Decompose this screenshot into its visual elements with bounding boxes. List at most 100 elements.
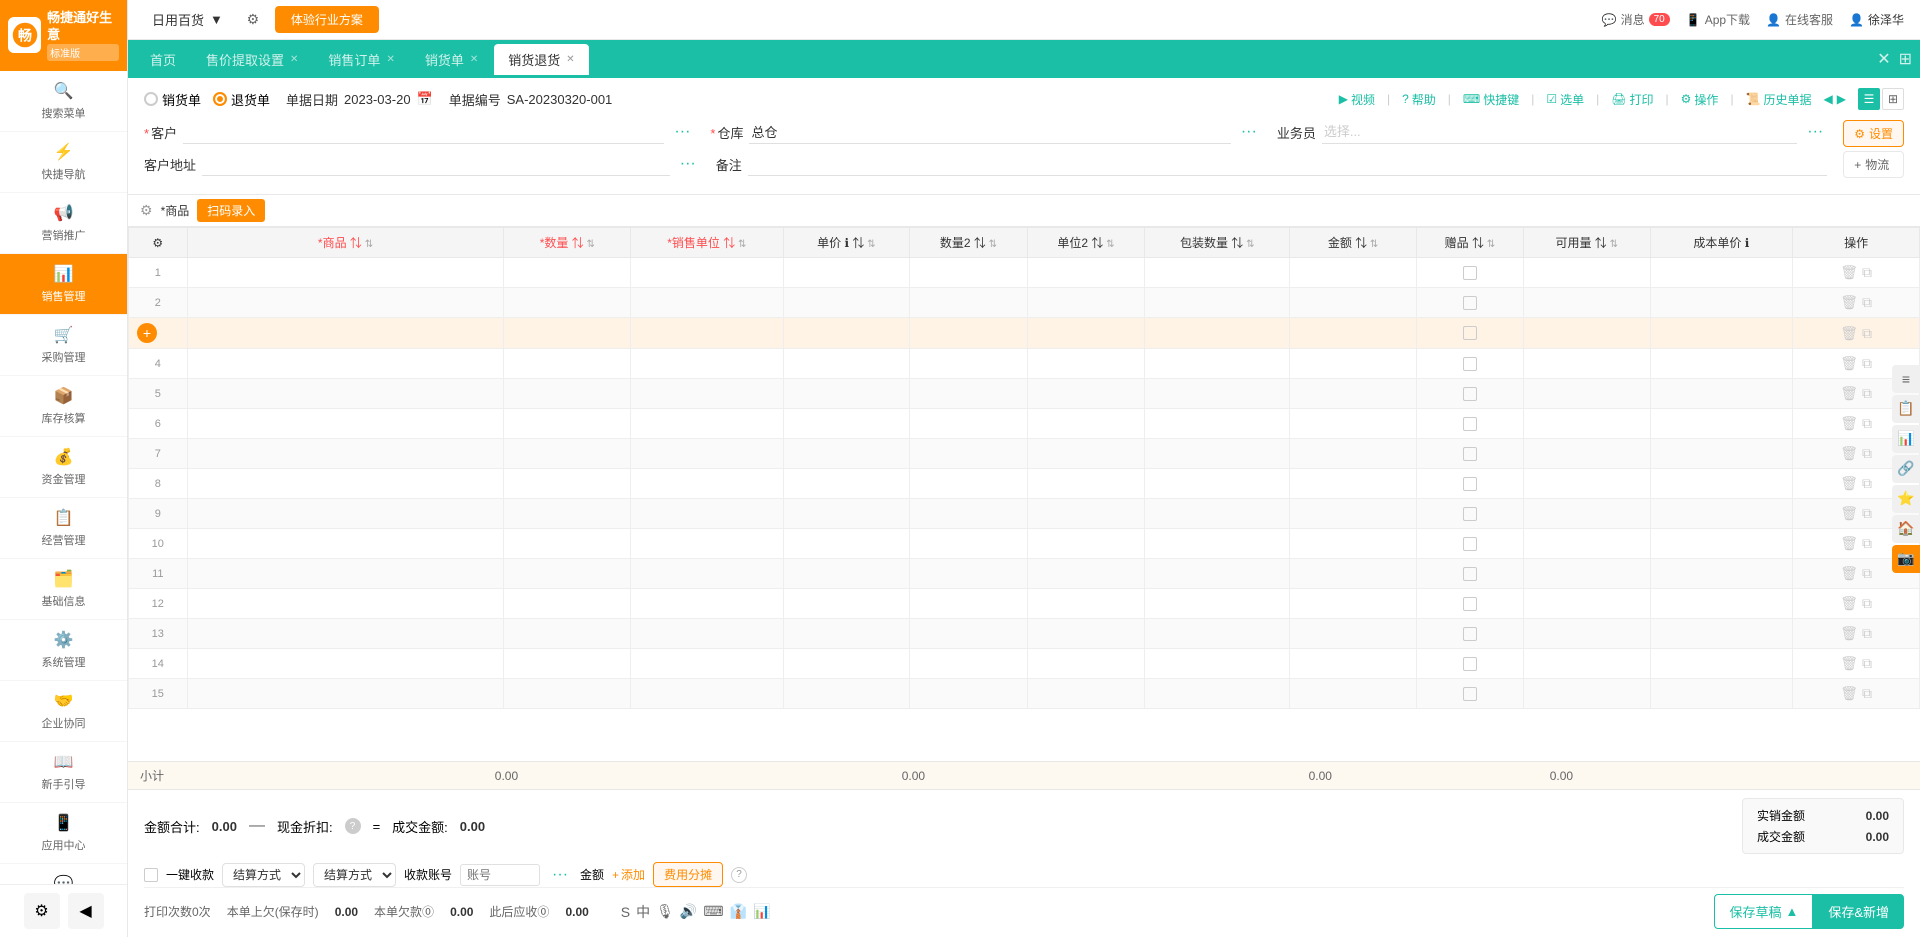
gift-checkbox[interactable] — [1463, 296, 1477, 310]
row-sales-unit[interactable] — [631, 619, 783, 649]
row-package-qty[interactable] — [1145, 439, 1290, 469]
row-quantity2[interactable] — [910, 529, 1028, 559]
remark-input[interactable] — [748, 152, 1827, 176]
row-cost-price[interactable] — [1650, 679, 1793, 709]
col-settings-btn[interactable]: ⚙ — [152, 236, 163, 250]
row-available[interactable] — [1523, 559, 1650, 589]
row-cost-price[interactable] — [1650, 409, 1793, 439]
row-available[interactable] — [1523, 258, 1650, 288]
row-quantity2[interactable] — [910, 439, 1028, 469]
row-sales-unit[interactable] — [631, 529, 783, 559]
copy-icon[interactable]: ⧉ — [1862, 565, 1872, 582]
sidebar-item-wechat[interactable]: 💬 企业微信 — [0, 864, 127, 884]
sidebar-item-apps[interactable]: 📱 应用中心 — [0, 803, 127, 864]
row-quantity2[interactable] — [910, 499, 1028, 529]
warehouse-dots-btn[interactable]: ··· — [1237, 123, 1261, 141]
row-product[interactable] — [187, 469, 504, 499]
row-amount[interactable] — [1290, 589, 1417, 619]
delete-icon[interactable]: 🗑 — [1840, 264, 1858, 281]
row-quantity[interactable] — [504, 529, 631, 559]
row-quantity[interactable] — [504, 679, 631, 709]
settlement-select[interactable]: 结算方式 — [222, 863, 305, 887]
row-product[interactable] — [187, 649, 504, 679]
calc-select[interactable]: 结算方式 — [313, 863, 396, 887]
gift-checkbox[interactable] — [1463, 537, 1477, 551]
row-package-qty[interactable] — [1145, 349, 1290, 379]
gift-checkbox[interactable] — [1463, 657, 1477, 671]
row-unit-price[interactable] — [783, 469, 910, 499]
sys-icon-5[interactable]: ⌨ — [703, 903, 723, 920]
row-amount[interactable] — [1290, 529, 1417, 559]
row-quantity[interactable] — [504, 409, 631, 439]
copy-icon[interactable]: ⧉ — [1862, 655, 1872, 672]
row-cost-price[interactable] — [1650, 258, 1793, 288]
row-package-qty[interactable] — [1145, 559, 1290, 589]
row-unit2[interactable] — [1027, 439, 1145, 469]
add-row-btn[interactable]: + — [137, 323, 157, 343]
account-input[interactable] — [460, 864, 540, 886]
sidebar-item-marketing[interactable]: 📢 营销推广 — [0, 193, 127, 254]
row-unit-price[interactable] — [783, 318, 910, 349]
row-unit2[interactable] — [1027, 409, 1145, 439]
experience-btn[interactable]: 体验行业方案 — [275, 6, 379, 33]
gift-checkbox[interactable] — [1463, 477, 1477, 491]
row-amount[interactable] — [1290, 439, 1417, 469]
row-quantity2[interactable] — [910, 619, 1028, 649]
sidebar-item-basic[interactable]: 🗂️ 基础信息 — [0, 559, 127, 620]
delete-icon[interactable]: 🗑 — [1840, 595, 1858, 612]
row-quantity[interactable] — [504, 469, 631, 499]
gift-checkbox[interactable] — [1463, 627, 1477, 641]
gift-checkbox[interactable] — [1463, 357, 1477, 371]
row-cost-price[interactable] — [1650, 499, 1793, 529]
row-unit2[interactable] — [1027, 649, 1145, 679]
daily-select[interactable]: 日用百货 ▼ — [144, 6, 231, 33]
row-cost-price[interactable] — [1650, 649, 1793, 679]
row-available[interactable] — [1523, 529, 1650, 559]
right-float-btn-4[interactable]: 🔗 — [1892, 455, 1920, 483]
copy-icon[interactable]: ⧉ — [1862, 595, 1872, 612]
row-unit2[interactable] — [1027, 318, 1145, 349]
row-product[interactable] — [187, 288, 504, 318]
sidebar-item-search[interactable]: 🔍 搜索菜单 — [0, 71, 127, 132]
gift-checkbox[interactable] — [1463, 687, 1477, 701]
row-package-qty[interactable] — [1145, 379, 1290, 409]
sidebar-item-quick-nav[interactable]: ⚡ 快捷导航 — [0, 132, 127, 193]
user-item[interactable]: 👤 徐泽华 — [1849, 11, 1904, 28]
copy-icon[interactable]: ⧉ — [1862, 685, 1872, 702]
row-amount[interactable] — [1290, 379, 1417, 409]
row-product[interactable] — [187, 258, 504, 288]
row-quantity2[interactable] — [910, 349, 1028, 379]
row-unit-price[interactable] — [783, 499, 910, 529]
sys-icon-6[interactable]: 👔 — [730, 903, 747, 920]
row-amount[interactable] — [1290, 469, 1417, 499]
row-product[interactable] — [187, 499, 504, 529]
tab-sales-delivery-close[interactable]: ✕ — [470, 54, 478, 65]
row-quantity2[interactable] — [910, 469, 1028, 499]
row-quantity2[interactable] — [910, 559, 1028, 589]
salesperson-input[interactable] — [1322, 120, 1797, 144]
operate-btn[interactable]: ⚙ 操作 — [1681, 91, 1719, 108]
one-click-checkbox[interactable] — [144, 868, 158, 882]
row-package-qty[interactable] — [1145, 649, 1290, 679]
tab-sales-delivery[interactable]: 销货单 ✕ — [411, 44, 492, 75]
row-sales-unit[interactable] — [631, 499, 783, 529]
th-quantity[interactable]: *数量 ⇅ — [504, 228, 631, 258]
row-product[interactable] — [187, 439, 504, 469]
address-dots-btn[interactable]: ··· — [676, 155, 700, 173]
row-product[interactable] — [187, 679, 504, 709]
row-unit2[interactable] — [1027, 589, 1145, 619]
row-available[interactable] — [1523, 379, 1650, 409]
sidebar-item-finance[interactable]: 💰 资金管理 — [0, 437, 127, 498]
sys-icon-1[interactable]: S — [621, 904, 630, 920]
online-service-item[interactable]: 👤 在线客服 — [1766, 11, 1833, 28]
row-package-qty[interactable] — [1145, 318, 1290, 349]
row-available[interactable] — [1523, 439, 1650, 469]
gift-checkbox[interactable] — [1463, 417, 1477, 431]
row-available[interactable] — [1523, 589, 1650, 619]
row-quantity[interactable] — [504, 379, 631, 409]
app-download-item[interactable]: 📱 App下载 — [1686, 11, 1750, 28]
sidebar-item-sales[interactable]: 📊 销售管理 — [0, 254, 127, 315]
sidebar-item-purchase[interactable]: 🛒 采购管理 — [0, 315, 127, 376]
gift-checkbox[interactable] — [1463, 326, 1477, 340]
row-package-qty[interactable] — [1145, 409, 1290, 439]
